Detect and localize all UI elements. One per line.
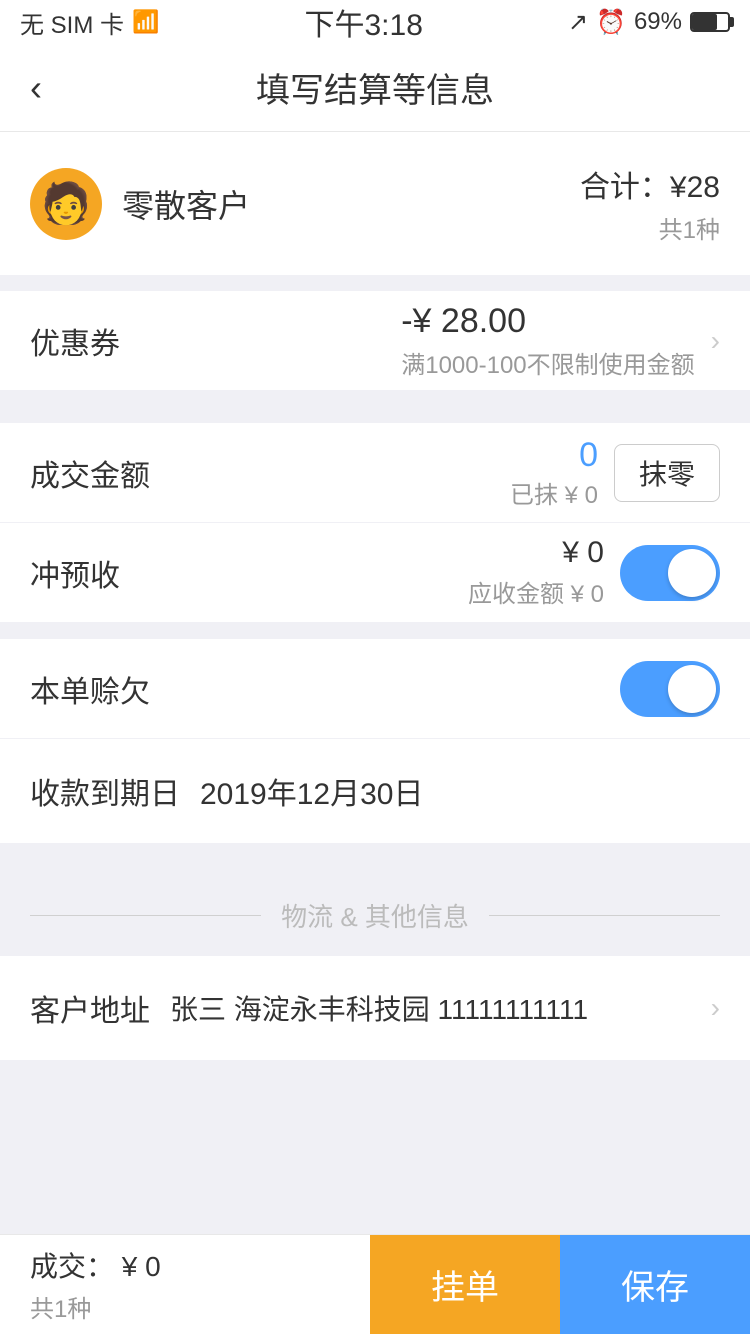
coupon-right: -¥ 28.00 满1000-100不限制使用金额 ›: [401, 302, 720, 380]
advance-sub: 应收金额 ¥ 0: [468, 574, 604, 609]
battery-percent: 69%: [634, 8, 682, 36]
divider-line-left: [30, 915, 261, 916]
address-row[interactable]: 客户地址 张三 海淀永丰科技园 11111111111 ›: [0, 956, 750, 1060]
section-divider-3: [0, 859, 750, 875]
nav-bar: ‹ 填写结算等信息: [0, 44, 750, 132]
debt-row: 本单赊欠: [0, 639, 750, 739]
bottom-bar: 成交： ¥ 0 共1种 挂单 保存: [0, 1234, 750, 1334]
coupon-label: 优惠券: [30, 319, 120, 363]
hold-button[interactable]: 挂单: [370, 1235, 560, 1334]
coupon-chevron: ›: [711, 325, 720, 357]
status-left: 无 SIM 卡 📶: [20, 5, 159, 40]
customer-count: 共1种: [580, 210, 720, 245]
bottom-deal-amount: ¥ 0: [122, 1251, 161, 1282]
deal-amount-row: 成交金额 0 已抹 ¥ 0 抹零: [0, 423, 750, 523]
deal-amount-sub: 已抹 ¥ 0: [510, 475, 598, 510]
customer-avatar: 🧑: [30, 168, 102, 240]
address-chevron: ›: [711, 992, 720, 1024]
battery-icon: [690, 12, 730, 32]
customer-name: 零散客户: [122, 181, 250, 227]
due-date-value: 2019年12月30日: [200, 769, 423, 813]
location-icon: ↗: [568, 8, 588, 37]
bottom-summary: 成交： ¥ 0 共1种: [0, 1245, 370, 1324]
customer-total: 合计：¥28: [580, 162, 720, 206]
advance-payment-right: ¥ 0 应收金额 ¥ 0: [468, 536, 720, 609]
customer-info: 🧑 零散客户: [30, 168, 250, 240]
advance-payment-values: ¥ 0 应收金额 ¥ 0: [468, 536, 604, 609]
bottom-deal-label: 成交：: [30, 1251, 114, 1282]
alarm-icon: ⏰: [596, 8, 626, 37]
logistics-section-header: 物流 & 其他信息: [0, 875, 750, 956]
section-divider-1: [0, 407, 750, 423]
status-bar: 无 SIM 卡 📶 下午3:18 ↗ ⏰ 69%: [0, 0, 750, 44]
logistics-text: 物流 & 其他信息: [281, 897, 469, 934]
debt-toggle-circle: [668, 665, 716, 713]
toggle-circle: [668, 549, 716, 597]
section-divider-2: [0, 623, 750, 639]
due-date-row: 收款到期日 2019年12月30日: [0, 739, 750, 843]
bottom-count: 共1种: [30, 1289, 340, 1324]
page-title: 填写结算等信息: [256, 63, 494, 112]
status-time: 下午3:18: [304, 0, 422, 44]
debt-toggle[interactable]: [620, 661, 720, 717]
deal-amount-label: 成交金额: [30, 451, 150, 495]
deal-amount-value[interactable]: 0: [579, 436, 598, 474]
advance-payment-row: 冲预收 ¥ 0 应收金额 ¥ 0: [0, 523, 750, 623]
coupon-discount: -¥ 28.00: [401, 302, 694, 341]
address-value: 张三 海淀永丰科技园 11111111111: [170, 988, 701, 1028]
debt-right: [620, 661, 720, 717]
customer-summary: 合计：¥28 共1种: [580, 162, 720, 245]
deal-amount-right: 0 已抹 ¥ 0 抹零: [510, 436, 720, 510]
advance-amount: ¥ 0: [468, 536, 604, 570]
coupon-row[interactable]: 优惠券 -¥ 28.00 满1000-100不限制使用金额 ›: [0, 291, 750, 391]
customer-section: 🧑 零散客户 合计：¥28 共1种: [0, 132, 750, 275]
status-right: ↗ ⏰ 69%: [568, 8, 730, 37]
wifi-icon: 📶: [132, 9, 159, 35]
carrier-text: 无 SIM 卡: [20, 5, 124, 40]
due-date-label: 收款到期日: [30, 769, 180, 813]
back-button[interactable]: ‹: [30, 67, 42, 109]
bottom-deal-line: 成交： ¥ 0: [30, 1245, 340, 1285]
avatar-icon: 🧑: [41, 180, 91, 227]
advance-payment-label: 冲预收: [30, 551, 120, 595]
main-content: 🧑 零散客户 合计：¥28 共1种 优惠券 -¥ 28.00 满1000-100…: [0, 132, 750, 1196]
coupon-subtext: 满1000-100不限制使用金额: [401, 345, 694, 380]
save-button[interactable]: 保存: [560, 1235, 750, 1334]
address-label: 客户地址: [30, 986, 150, 1030]
debt-label: 本单赊欠: [30, 667, 150, 711]
advance-payment-toggle[interactable]: [620, 545, 720, 601]
divider-line-right: [489, 915, 720, 916]
round-zero-button[interactable]: 抹零: [614, 444, 720, 502]
